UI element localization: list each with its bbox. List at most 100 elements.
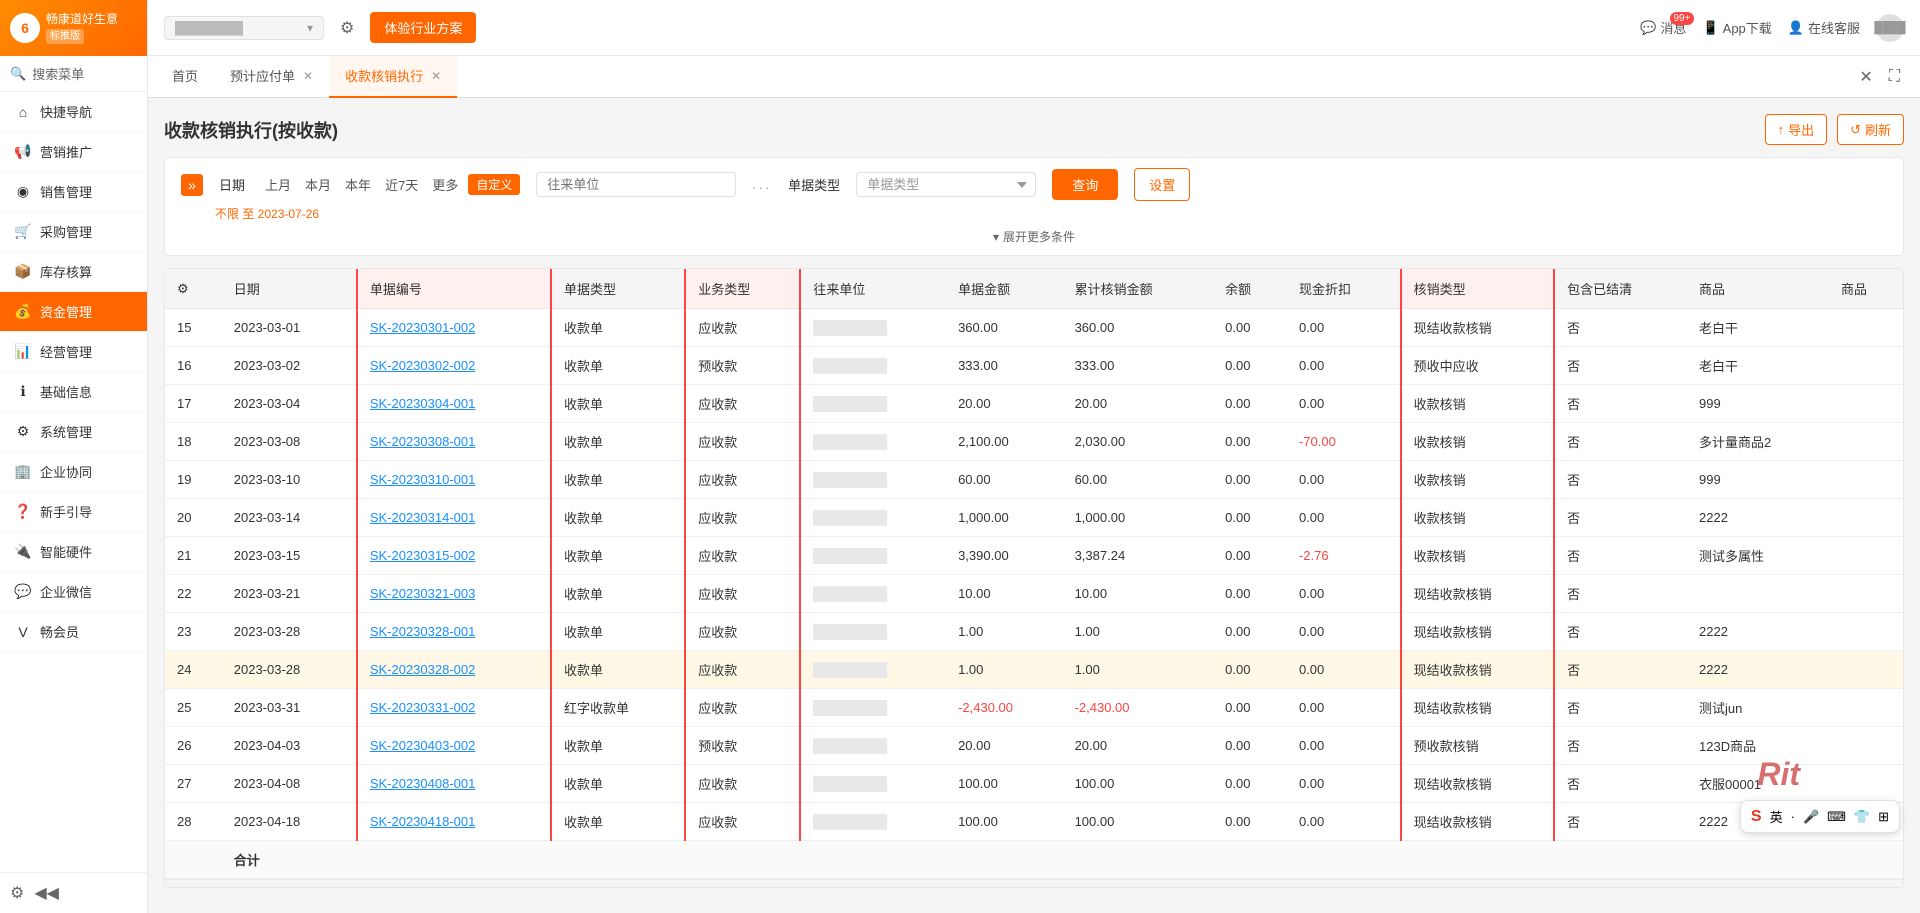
cell-no: 17 xyxy=(165,385,222,423)
input-lang-icon[interactable]: 英 xyxy=(1770,807,1783,826)
sidebar-item-finance[interactable]: 💰 资金管理 xyxy=(0,292,147,332)
table-row[interactable]: 16 2023-03-02 SK-20230302-002 收款单 预收款 ██… xyxy=(165,347,1903,385)
voucher-no-link[interactable]: SK-20230328-002 xyxy=(370,662,476,677)
app-name: 畅康道好生意 xyxy=(46,12,118,28)
voucher-no-link[interactable]: SK-20230403-002 xyxy=(370,738,476,753)
counterpart-input[interactable] xyxy=(536,172,736,197)
query-btn[interactable]: 查询 xyxy=(1052,169,1118,200)
sidebar-item-purchase[interactable]: 🛒 采购管理 xyxy=(0,212,147,252)
voucher-no-link[interactable]: SK-20230302-002 xyxy=(370,358,476,373)
table-row[interactable]: 20 2023-03-14 SK-20230314-001 收款单 应收款 ██… xyxy=(165,499,1903,537)
cell-date: 2023-03-15 xyxy=(222,537,357,575)
sidebar-item-enterprise[interactable]: 🏢 企业协同 xyxy=(0,452,147,492)
table-scrollbar[interactable] xyxy=(165,879,1903,887)
tab-home[interactable]: 首页 xyxy=(156,56,214,98)
cell-amount: 100.00 xyxy=(946,765,1063,803)
input-emoji-icon[interactable]: 👕 xyxy=(1854,809,1870,825)
voucher-no-link[interactable]: SK-20230301-002 xyxy=(370,320,476,335)
voucher-type-select[interactable]: 单据类型 xyxy=(856,172,1036,197)
filter-date-7days[interactable]: 近7天 xyxy=(381,173,422,196)
settings-gear-icon[interactable]: ⚙ xyxy=(10,883,24,903)
voucher-no-link[interactable]: SK-20230321-003 xyxy=(370,586,476,601)
cell-goods2 xyxy=(1829,651,1903,689)
filter-date-this-month[interactable]: 本月 xyxy=(301,173,335,196)
collapse-icon[interactable]: ◀◀ xyxy=(34,883,59,903)
user-avatar[interactable]: ████ xyxy=(1876,14,1904,42)
sidebar-item-marketing[interactable]: 📢 营销推广 xyxy=(0,132,147,172)
cell-voucher-type: 收款单 xyxy=(551,613,685,651)
table-row[interactable]: 26 2023-04-03 SK-20230403-002 收款单 预收款 ██… xyxy=(165,727,1903,765)
sidebar-item-guide[interactable]: ❓ 新手引导 xyxy=(0,492,147,532)
filter-date-this-year[interactable]: 本年 xyxy=(341,173,375,196)
table-gear-icon[interactable]: ⚙ xyxy=(177,281,189,296)
industry-btn[interactable]: 体验行业方案 xyxy=(370,12,476,43)
cell-counterpart: ████████ xyxy=(800,689,946,727)
gear-icon[interactable]: ⚙ xyxy=(336,14,358,42)
table-row[interactable]: 27 2023-04-08 SK-20230408-001 收款单 应收款 ██… xyxy=(165,765,1903,803)
col-header-gear[interactable]: ⚙ xyxy=(165,269,222,309)
filter-custom-btn[interactable]: 自定义 xyxy=(468,174,520,195)
sidebar-item-basic-info[interactable]: ℹ 基础信息 xyxy=(0,372,147,412)
filter-date-last-month[interactable]: 上月 xyxy=(261,173,295,196)
tab-close-prepay[interactable]: ✕ xyxy=(303,69,313,83)
filter-date-more[interactable]: 更多 xyxy=(428,173,462,196)
tab-maximize-btn[interactable]: ⛶ xyxy=(1885,64,1904,90)
voucher-no-link[interactable]: SK-20230308-001 xyxy=(370,434,476,449)
cell-voucher-type: 收款单 xyxy=(551,765,685,803)
sidebar-item-hardware[interactable]: 🔌 智能硬件 xyxy=(0,532,147,572)
table-row[interactable]: 28 2023-04-18 SK-20230418-001 收款单 应收款 ██… xyxy=(165,803,1903,841)
voucher-no-link[interactable]: SK-20230331-002 xyxy=(370,700,476,715)
online-service-btn[interactable]: 👤 在线客服 xyxy=(1788,18,1860,37)
tab-prepay[interactable]: 预计应付单 ✕ xyxy=(214,56,329,98)
tab-receipt-verify[interactable]: 收款核销执行 ✕ xyxy=(329,56,457,98)
refresh-btn[interactable]: ↺ 刷新 xyxy=(1837,114,1904,145)
voucher-no-link[interactable]: SK-20230304-001 xyxy=(370,396,476,411)
sidebar-item-inventory[interactable]: 📦 库存核算 xyxy=(0,252,147,292)
table-row[interactable]: 24 2023-03-28 SK-20230328-002 收款单 应收款 ██… xyxy=(165,651,1903,689)
voucher-no-link[interactable]: SK-20230314-001 xyxy=(370,510,476,525)
cell-cumulative: 20.00 xyxy=(1063,385,1214,423)
filter-toggle-btn[interactable]: » xyxy=(181,174,203,196)
cell-cash-discount: 0.00 xyxy=(1287,651,1401,689)
voucher-no-link[interactable]: SK-20230315-002 xyxy=(370,548,476,563)
input-mic-icon[interactable]: 🎤 xyxy=(1803,809,1819,825)
sidebar-search[interactable]: 🔍 搜索菜单 xyxy=(0,56,147,92)
sidebar-item-operations[interactable]: 📊 经营管理 xyxy=(0,332,147,372)
sidebar-item-system[interactable]: ⚙ 系统管理 xyxy=(0,412,147,452)
voucher-no-link[interactable]: SK-20230310-001 xyxy=(370,472,476,487)
cell-cash-discount: -2.76 xyxy=(1287,537,1401,575)
app-download-btn[interactable]: 📱 App下载 xyxy=(1702,18,1771,37)
voucher-no-link[interactable]: SK-20230418-001 xyxy=(370,814,476,829)
messages-btn[interactable]: 💬 消息 99+ xyxy=(1640,18,1686,37)
table-row[interactable]: 17 2023-03-04 SK-20230304-001 收款单 应收款 ██… xyxy=(165,385,1903,423)
expand-more-btn[interactable]: ▾ 展开更多条件 xyxy=(181,222,1887,245)
input-brand-icon: S xyxy=(1751,808,1762,826)
input-overlay-bar: S 英 · 🎤 ⌨ 👕 ⊞ xyxy=(1740,800,1900,833)
table-row[interactable]: 23 2023-03-28 SK-20230328-001 收款单 应收款 ██… xyxy=(165,613,1903,651)
filter-settings-btn[interactable]: 设置 xyxy=(1134,168,1190,201)
table-row[interactable]: 22 2023-03-21 SK-20230321-003 收款单 应收款 ██… xyxy=(165,575,1903,613)
cell-date: 2023-04-08 xyxy=(222,765,357,803)
cell-date: 2023-03-28 xyxy=(222,613,357,651)
sidebar-item-member[interactable]: V 畅会员 xyxy=(0,612,147,652)
tab-close-all-btn[interactable]: ✕ xyxy=(1855,63,1876,91)
sidebar-item-sales[interactable]: ◉ 销售管理 xyxy=(0,172,147,212)
input-keyboard-icon[interactable]: ⌨ xyxy=(1827,809,1846,825)
receipt-verify-tab-label: 收款核销执行 xyxy=(345,66,423,85)
table-row[interactable]: 21 2023-03-15 SK-20230315-002 收款单 应收款 ██… xyxy=(165,537,1903,575)
table-row[interactable]: 15 2023-03-01 SK-20230301-002 收款单 应收款 ██… xyxy=(165,309,1903,347)
table-row[interactable]: 19 2023-03-10 SK-20230310-001 收款单 应收款 ██… xyxy=(165,461,1903,499)
cell-verify-type: 收款核销 xyxy=(1401,461,1555,499)
input-grid-icon[interactable]: ⊞ xyxy=(1878,809,1889,825)
export-btn[interactable]: ↑ 导出 xyxy=(1765,114,1828,145)
cell-voucher-type: 收款单 xyxy=(551,537,685,575)
workspace-selector[interactable]: ████████ ▾ xyxy=(164,16,324,40)
table-row[interactable]: 18 2023-03-08 SK-20230308-001 收款单 应收款 ██… xyxy=(165,423,1903,461)
tab-close-receipt-verify[interactable]: ✕ xyxy=(431,69,441,83)
table-row[interactable]: 25 2023-03-31 SK-20230331-002 红字收款单 应收款 … xyxy=(165,689,1903,727)
filter-date-range: 不限 至 2023-07-26 xyxy=(215,207,319,221)
sidebar-item-quick-nav[interactable]: ⌂ 快捷导航 xyxy=(0,92,147,132)
voucher-no-link[interactable]: SK-20230328-001 xyxy=(370,624,476,639)
voucher-no-link[interactable]: SK-20230408-001 xyxy=(370,776,476,791)
sidebar-item-wechat[interactable]: 💬 企业微信 xyxy=(0,572,147,612)
